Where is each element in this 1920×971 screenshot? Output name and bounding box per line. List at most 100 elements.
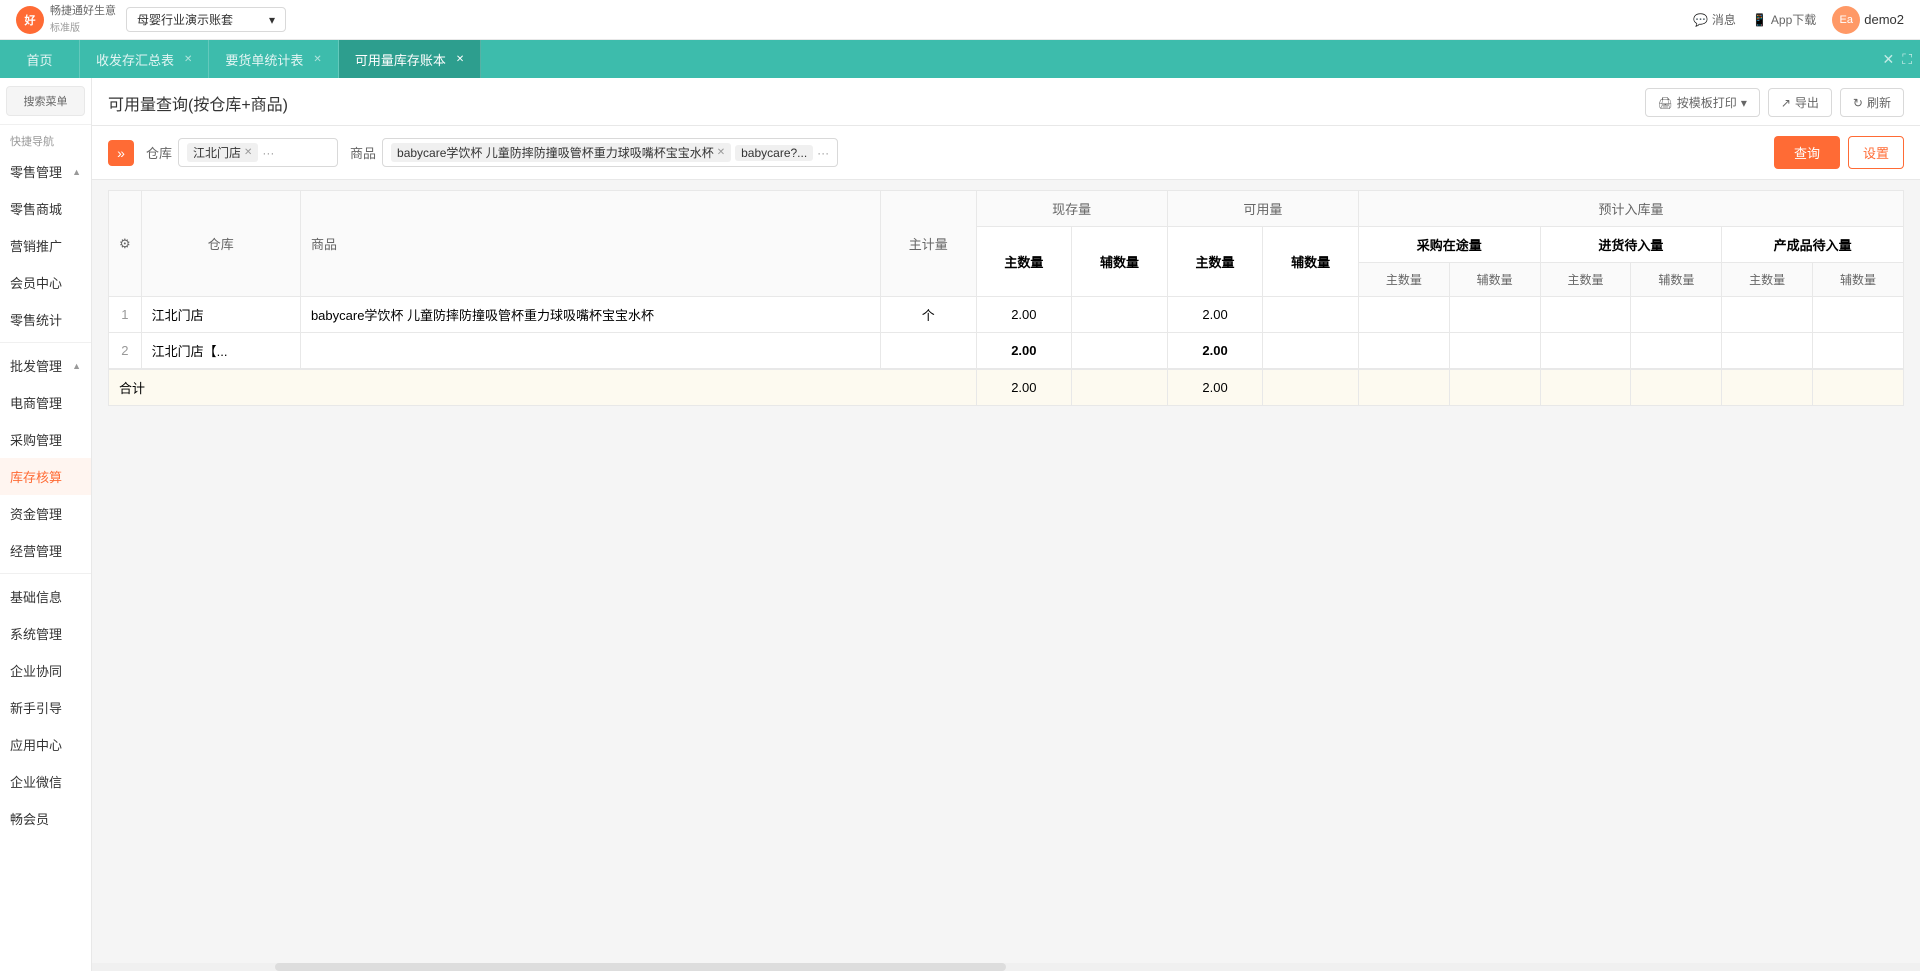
product-filter-label: 商品 (350, 143, 376, 162)
app-download-label: App下载 (1771, 11, 1816, 28)
sidebar-item-enterprise-wechat[interactable]: 企业微信 (0, 763, 91, 800)
warehouse-col-header: 仓库 (141, 191, 300, 297)
warehouse-input[interactable]: 江北门店 ✕ ··· (178, 138, 338, 167)
industry-label: 母婴行业演示账套 (137, 11, 233, 28)
row-2-num: 2 (109, 333, 142, 370)
print-icon: 🖨 (1658, 96, 1673, 110)
tab-goods-stats-close[interactable]: ✕ (313, 54, 321, 65)
user-name: demo2 (1864, 12, 1904, 27)
sidebar-item-enterprise[interactable]: 企业协同 (0, 652, 91, 689)
row-1-purchase-transit-main (1358, 297, 1449, 333)
purchase-transit-main-header: 主数量 (1358, 263, 1449, 297)
message-button[interactable]: 💬 消息 (1693, 11, 1736, 28)
summary-row: 合计 2.00 2.00 (109, 369, 1904, 406)
avail-aux-qty-header: 辅数量 (1263, 227, 1359, 297)
filter-actions: 查询 设置 (1774, 136, 1904, 169)
row-1-warehouse: 江北门店 (141, 297, 300, 333)
product-tag-1-close[interactable]: ✕ (717, 147, 725, 158)
row-2-product (300, 333, 880, 370)
page-title: 可用量查询(按仓库+商品) (108, 91, 288, 115)
row-1-purchase-transit-aux (1449, 297, 1540, 333)
tab-goods-stats[interactable]: 要货单统计表 ✕ (209, 40, 338, 78)
top-bar: 好 畅捷通好生意 标准版 母婴行业演示账套 ▾ 💬 消息 📱 App下载 Ea … (0, 0, 1920, 40)
warehouse-more[interactable]: ··· (262, 146, 274, 160)
scrollbar-thumb (275, 963, 1006, 971)
logo-icon: 好 (16, 6, 44, 34)
sidebar-item-retail-stats[interactable]: 零售统计 (0, 301, 91, 338)
product-input[interactable]: babycare学饮杯 儿童防摔防撞吸管杯重力球吸嘴杯宝宝水杯 ✕ babyca… (382, 138, 838, 167)
row-2-purchase-transit-main (1358, 333, 1449, 370)
tab-available-stock[interactable]: 可用量库存账本 ✕ (339, 40, 481, 78)
available-group-header: 可用量 (1167, 191, 1358, 227)
refresh-label: 刷新 (1867, 94, 1891, 111)
settings-button[interactable]: 设置 (1848, 136, 1904, 169)
chevron-down-icon: ▾ (1741, 96, 1747, 110)
sidebar-item-inventory[interactable]: 库存核算 (0, 458, 91, 495)
sidebar-divider-1 (0, 342, 91, 343)
sidebar-item-operations[interactable]: 经营管理 (0, 532, 91, 569)
tab-home[interactable]: 首页 (0, 40, 80, 78)
row-2-product-arrival-aux (1813, 333, 1904, 370)
export-button[interactable]: ↗ 导出 (1768, 88, 1832, 117)
sidebar-item-marketing[interactable]: 营销推广 (0, 227, 91, 264)
export-label: 导出 (1795, 94, 1819, 111)
product-col-header: 商品 (300, 191, 880, 297)
summary-label: 合计 (109, 369, 977, 406)
close-window-icon[interactable]: ✕ (1882, 51, 1894, 68)
avatar: Ea (1832, 6, 1860, 34)
sidebar-item-app-center[interactable]: 应用中心 (0, 726, 91, 763)
product-more[interactable]: ··· (817, 146, 829, 160)
row-1-stock-aux (1072, 297, 1168, 333)
product-tag-1-value: babycare学饮杯 儿童防摔防撞吸管杯重力球吸嘴杯宝宝水杯 (397, 144, 714, 161)
tab-available-stock-close[interactable]: ✕ (456, 54, 464, 65)
user-area[interactable]: Ea demo2 (1832, 6, 1904, 34)
sidebar-item-ecommerce[interactable]: 电商管理 (0, 384, 91, 421)
product-arrival-aux-header: 辅数量 (1813, 263, 1904, 297)
warehouse-tag-close[interactable]: ✕ (244, 147, 252, 158)
page-header: 可用量查询(按仓库+商品) 🖨 按模板打印 ▾ ↗ 导出 ↻ 刷新 (92, 78, 1920, 126)
row-2-main-unit (880, 333, 976, 370)
horizontal-scrollbar[interactable] (92, 963, 1920, 971)
page-actions: 🖨 按模板打印 ▾ ↗ 导出 ↻ 刷新 (1645, 88, 1904, 117)
search-menu-button[interactable]: 搜索菜单 (6, 86, 85, 116)
warehouse-tag-value: 江北门店 (193, 144, 241, 161)
industry-select[interactable]: 母婴行业演示账套 ▾ (126, 7, 286, 32)
sidebar-item-finance[interactable]: 资金管理 (0, 495, 91, 532)
stock-main-qty-header: 主数量 (976, 227, 1072, 297)
product-tag-1: babycare学饮杯 儿童防摔防撞吸管杯重力球吸嘴杯宝宝水杯 ✕ (391, 143, 731, 162)
row-2-purchase-arrival-main (1540, 333, 1631, 370)
sidebar-item-retail-mgmt[interactable]: 零售管理 (0, 153, 91, 190)
product-arrival-main-header: 主数量 (1722, 263, 1813, 297)
sidebar-search-area: 搜索菜单 (0, 78, 91, 125)
expand-icon[interactable]: ⛶ (1902, 51, 1912, 68)
avail-main-qty-header: 主数量 (1167, 227, 1263, 297)
purchase-arrival-main-header: 主数量 (1540, 263, 1631, 297)
tab-receive-summary-close[interactable]: ✕ (184, 54, 192, 65)
stock-group-header: 现存量 (976, 191, 1167, 227)
row-2-warehouse: 江北门店【... (141, 333, 300, 370)
tab-receive-summary[interactable]: 收发存汇总表 ✕ (80, 40, 209, 78)
sidebar-item-newbie[interactable]: 新手引导 (0, 689, 91, 726)
print-button[interactable]: 🖨 按模板打印 ▾ (1645, 88, 1760, 117)
filter-toggle-button[interactable]: » (108, 140, 134, 166)
row-2-stock-main: 2.00 (976, 333, 1072, 370)
row-1-main-unit: 个 (880, 297, 976, 333)
sidebar-item-purchase[interactable]: 采购管理 (0, 421, 91, 458)
sidebar-item-retail-store[interactable]: 零售商城 (0, 190, 91, 227)
refresh-button[interactable]: ↻ 刷新 (1840, 88, 1904, 117)
row-1-avail-main: 2.00 (1167, 297, 1263, 333)
sidebar-item-system[interactable]: 系统管理 (0, 615, 91, 652)
summary-stock-main: 2.00 (976, 369, 1072, 406)
sidebar-item-member[interactable]: 会员中心 (0, 264, 91, 301)
sidebar-item-wholesale[interactable]: 批发管理 (0, 347, 91, 384)
sidebar-item-basic-info[interactable]: 基础信息 (0, 578, 91, 615)
row-2-stock-aux (1072, 333, 1168, 370)
app-download-button[interactable]: 📱 App下载 (1752, 11, 1816, 28)
page-title-row: 可用量查询(按仓库+商品) 🖨 按模板打印 ▾ ↗ 导出 ↻ 刷新 (108, 88, 1904, 125)
sidebar-item-member2[interactable]: 畅会员 (0, 800, 91, 837)
summary-avail-aux (1263, 369, 1359, 406)
row-2-purchase-transit-aux (1449, 333, 1540, 370)
tab-goods-stats-label: 要货单统计表 (225, 50, 303, 69)
query-button[interactable]: 查询 (1774, 136, 1840, 169)
product-filter: 商品 babycare学饮杯 儿童防摔防撞吸管杯重力球吸嘴杯宝宝水杯 ✕ bab… (350, 138, 838, 167)
